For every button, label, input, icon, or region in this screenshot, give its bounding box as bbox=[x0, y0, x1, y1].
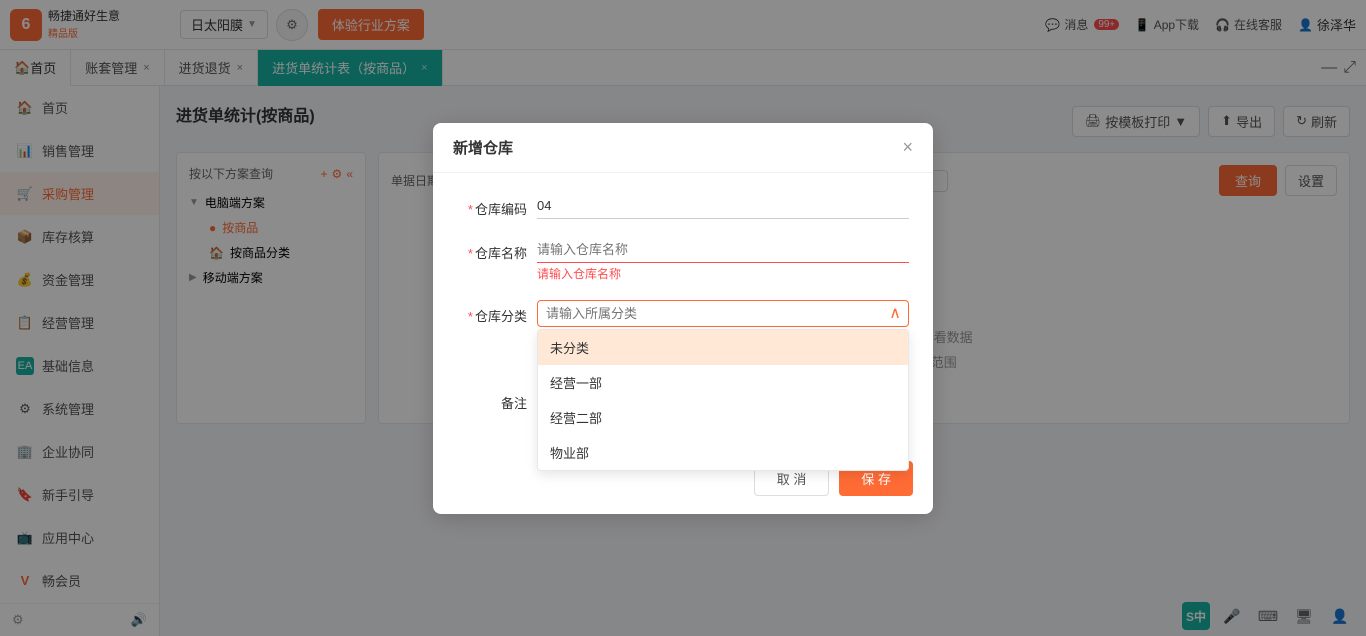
modal-header: 新增仓库 × bbox=[433, 123, 933, 173]
warehouse-code-label: 仓库编码 bbox=[457, 193, 537, 218]
warehouse-name-row: 仓库名称 请输入仓库名称 bbox=[457, 237, 909, 282]
modal-overlay: 新增仓库 × 仓库编码 仓库名称 请输入仓库名称 仓库分类 bbox=[0, 0, 1366, 636]
warehouse-category-input[interactable] bbox=[537, 300, 909, 327]
modal-title: 新增仓库 bbox=[453, 137, 513, 158]
dropdown-item-property[interactable]: 物业部 bbox=[538, 435, 908, 470]
warehouse-code-control bbox=[537, 193, 909, 219]
modal-body: 仓库编码 仓库名称 请输入仓库名称 仓库分类 ∧ bbox=[433, 173, 933, 451]
warehouse-name-error: 请输入仓库名称 bbox=[537, 265, 909, 282]
warehouse-category-label: 仓库分类 bbox=[457, 300, 537, 325]
new-warehouse-modal: 新增仓库 × 仓库编码 仓库名称 请输入仓库名称 仓库分类 bbox=[433, 123, 933, 514]
warehouse-code-row: 仓库编码 bbox=[457, 193, 909, 219]
category-dropdown: 未分类 经营一部 经营二部 物业部 bbox=[537, 329, 909, 471]
category-select-wrapper: ∧ 未分类 经营一部 经营二部 物业部 bbox=[537, 300, 909, 327]
warehouse-category-row: 仓库分类 ∧ 未分类 经营一部 经营二部 物业部 bbox=[457, 300, 909, 327]
warehouse-name-label: 仓库名称 bbox=[457, 237, 537, 262]
warehouse-name-control: 请输入仓库名称 bbox=[537, 237, 909, 282]
warehouse-code-input[interactable] bbox=[537, 193, 909, 219]
dropdown-item-uncategorized[interactable]: 未分类 bbox=[538, 330, 908, 365]
warehouse-note-label: 备注 bbox=[457, 387, 537, 412]
dropdown-item-ops1[interactable]: 经营一部 bbox=[538, 365, 908, 400]
modal-close-button[interactable]: × bbox=[902, 137, 913, 158]
warehouse-category-control: ∧ 未分类 经营一部 经营二部 物业部 bbox=[537, 300, 909, 327]
warehouse-name-input[interactable] bbox=[537, 237, 909, 263]
dropdown-item-ops2[interactable]: 经营二部 bbox=[538, 400, 908, 435]
